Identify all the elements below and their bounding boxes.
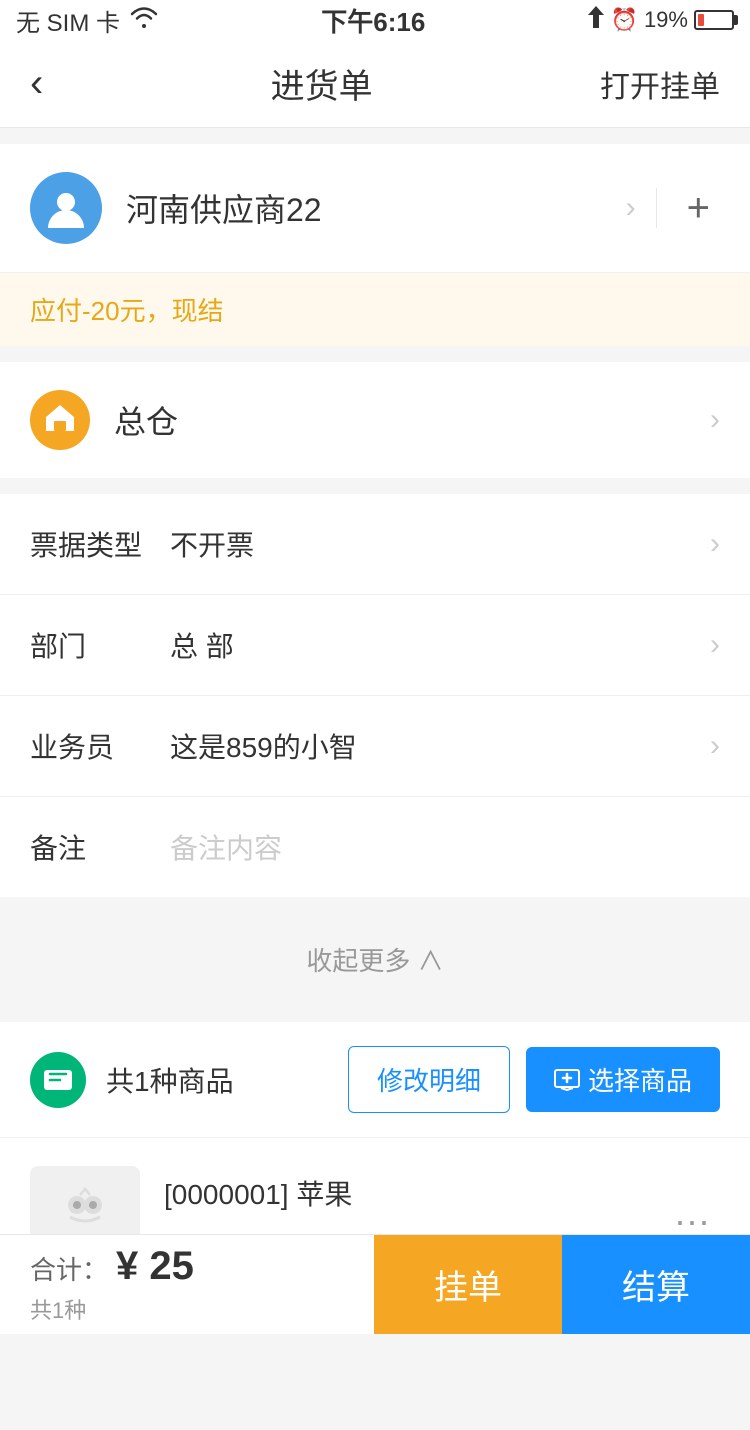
product-name: [0000001] 苹果 — [164, 1173, 664, 1213]
invoice-chevron-icon: › — [710, 527, 720, 561]
warehouse-icon — [30, 390, 90, 450]
product-code: [0000001] — [164, 1179, 296, 1210]
invoice-row[interactable]: 票据类型 不开票 › — [0, 494, 750, 595]
bottom-bar: 合计： ¥ 25 共1种 挂单 结算 — [0, 1234, 750, 1334]
location-icon — [587, 6, 605, 34]
staff-chevron-icon: › — [710, 729, 720, 763]
divider — [656, 188, 657, 228]
staff-label: 业务员 — [30, 726, 160, 766]
checkout-button[interactable]: 结算 — [562, 1235, 750, 1334]
back-button[interactable]: ‹ — [30, 61, 43, 106]
open-hang-button[interactable]: 打开挂单 — [600, 62, 720, 106]
wifi-icon — [128, 6, 160, 35]
total-section: 合计： ¥ 25 共1种 — [0, 1235, 374, 1334]
warehouse-chevron-icon: › — [710, 403, 720, 437]
dept-row[interactable]: 部门 总 部 › — [0, 595, 750, 696]
status-left: 无 SIM 卡 — [16, 3, 160, 38]
select-product-button[interactable]: 选择商品 — [526, 1047, 720, 1112]
collapse-toggle[interactable]: 收起更多 ∧ — [0, 913, 750, 1006]
staff-row[interactable]: 业务员 这是859的小智 › — [0, 696, 750, 797]
status-time: 下午6:16 — [321, 2, 425, 39]
edit-detail-button[interactable]: 修改明细 — [348, 1046, 510, 1113]
products-icon — [30, 1052, 86, 1108]
supplier-card: 河南供应商22 › + 应付-20元，现结 — [0, 144, 750, 346]
carrier-text: 无 SIM 卡 — [16, 3, 120, 38]
warehouse-card: 总仓 › — [0, 362, 750, 478]
supplier-name: 河南供应商22 — [126, 185, 626, 231]
hang-button[interactable]: 挂单 — [374, 1235, 562, 1334]
status-bar: 无 SIM 卡 下午6:16 ⏰ 19% — [0, 0, 750, 40]
battery-percent: 19% — [644, 7, 688, 33]
total-main: 合计： ¥ 25 — [30, 1244, 374, 1289]
staff-value: 这是859的小智 — [160, 726, 710, 766]
status-right: ⏰ 19% — [587, 6, 734, 34]
products-count: 共1种商品 — [106, 1060, 348, 1100]
chevron-right-icon: › — [626, 191, 636, 225]
product-title: 苹果 — [296, 1179, 352, 1210]
spacer — [0, 1006, 750, 1022]
nav-bar: ‹ 进货单 打开挂单 — [0, 40, 750, 128]
supplier-avatar — [30, 172, 102, 244]
remark-label: 备注 — [30, 827, 160, 867]
select-product-label: 选择商品 — [588, 1061, 692, 1098]
total-label: 合计： — [30, 1250, 108, 1287]
add-supplier-button[interactable]: + — [677, 176, 720, 241]
battery-icon — [694, 10, 734, 30]
warehouse-name: 总仓 — [114, 397, 710, 443]
warehouse-icon-glyph — [44, 403, 76, 438]
form-card: 票据类型 不开票 › 部门 总 部 › 业务员 这是859的小智 › 备注 备注… — [0, 494, 750, 897]
dept-label: 部门 — [30, 625, 160, 665]
supplier-notice: 应付-20元，现结 — [0, 273, 750, 346]
warehouse-row[interactable]: 总仓 › — [0, 362, 750, 478]
supplier-row[interactable]: 河南供应商22 › + — [0, 144, 750, 273]
page-title: 进货单 — [271, 59, 373, 108]
total-sub: 共1种 — [30, 1293, 374, 1325]
bottom-spacer — [0, 1320, 750, 1430]
total-amount: ¥ 25 — [116, 1244, 194, 1289]
invoice-value: 不开票 — [160, 524, 710, 564]
invoice-label: 票据类型 — [30, 524, 160, 564]
dept-value: 总 部 — [160, 625, 710, 665]
products-header: 共1种商品 修改明细 选择商品 — [0, 1022, 750, 1138]
dept-chevron-icon: › — [710, 628, 720, 662]
remark-row[interactable]: 备注 备注内容 — [0, 797, 750, 897]
remark-placeholder: 备注内容 — [160, 827, 720, 867]
alarm-icon: ⏰ — [611, 7, 638, 33]
